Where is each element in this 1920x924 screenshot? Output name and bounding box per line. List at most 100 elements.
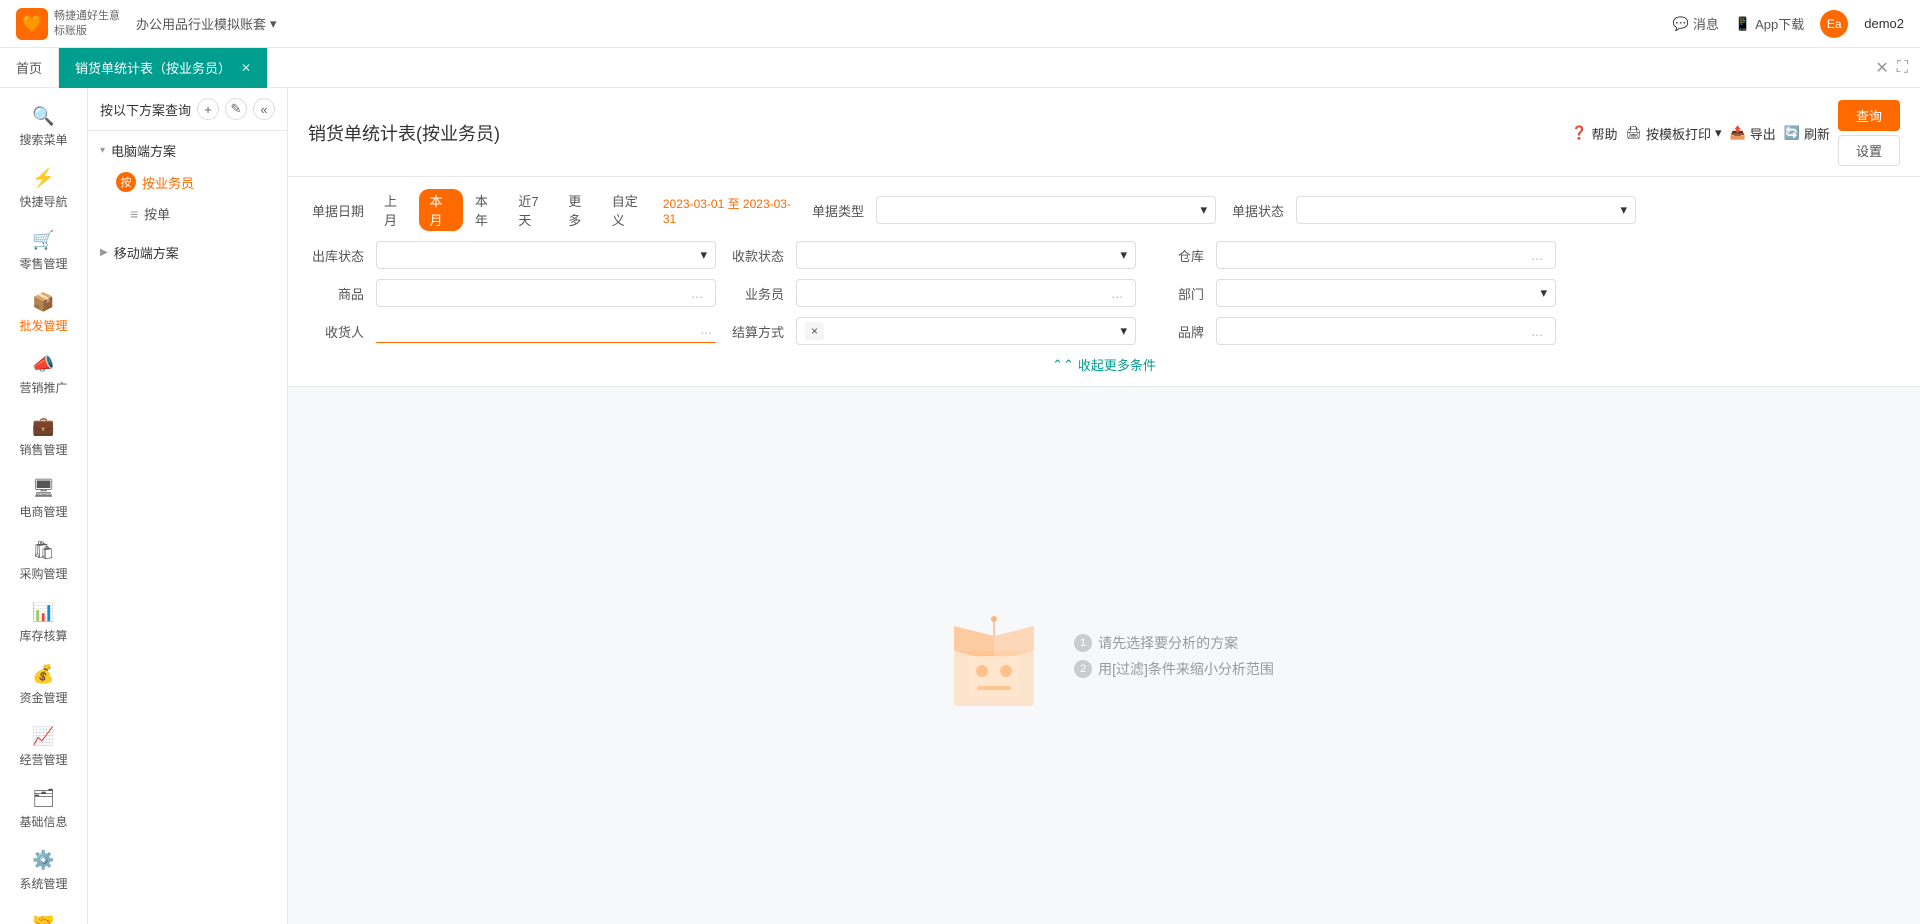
empty-svg [934,611,1054,711]
sidebar-item-sales[interactable]: 💼 销售管理 [0,406,87,468]
tab-home[interactable]: 首页 [0,48,59,88]
doc-type-label: 单据类型 [808,201,864,220]
date-label: 单据日期 [308,201,364,220]
chevron-down-icon: ▾ [1620,202,1627,218]
help-icon: ❓ [1571,125,1587,141]
scheme-group-mobile: ▶ 移动端方案 [88,233,287,272]
sidebar: 🔍 搜索菜单 ⚡ 快捷导航 🛒 零售管理 📦 批发管理 📣 营销推广 💼 销售管… [0,88,88,924]
empty-state: 1 请先选择要分析的方案 2 用[过滤]条件来缩小分析范围 [288,387,1920,924]
settlement-select[interactable]: × ▾ [796,317,1136,345]
date-filters: 上月 本月 本年 近7天 更多 自定义 [376,189,655,231]
date-btn-custom[interactable]: 自定义 [604,189,655,231]
scheme-circle-icon: 按 [116,172,136,192]
out-status-label: 出库状态 [308,246,364,265]
scheme-group-mobile-header[interactable]: ▶ 移动端方案 [88,237,287,268]
goods-select[interactable]: ... [376,279,716,307]
main-content: 销货单统计表(按业务员) ❓ 帮助 🖨 按模板打印 ▾ 📤 [288,88,1920,924]
marketing-icon: 📣 [32,354,54,375]
tab-close-icon[interactable]: ✕ [241,61,251,75]
export-action[interactable]: 📤 导出 [1730,124,1776,143]
scheme-sub-salesperson[interactable]: 按 按业务员 [88,166,287,198]
window-close-icon[interactable]: ✕ [1875,58,1888,78]
sidebar-item-wholesale[interactable]: 📦 批发管理 [0,282,87,344]
warehouse-select[interactable]: ... [1216,241,1556,269]
settlement-tag-close[interactable]: × [811,324,818,338]
chevron-down-icon: ▾ [1200,202,1207,218]
hint-text-1: 请先选择要分析的方案 [1098,633,1238,653]
refresh-action[interactable]: 🔄 刷新 [1784,124,1830,143]
help-action[interactable]: ❓ 帮助 [1571,124,1617,143]
warehouse-dots[interactable]: ... [1527,247,1547,263]
query-button[interactable]: 查询 [1838,100,1900,131]
logo-icon: 🧡 [16,8,48,40]
settlement-tag: × [805,322,824,340]
scheme-add-button[interactable]: + [197,98,219,120]
print-action[interactable]: 🖨 按模板打印 ▾ [1626,124,1722,143]
collect-status-label: 收款状态 [728,246,784,265]
salesperson-dots[interactable]: ... [1107,285,1127,301]
hint-num-1: 1 [1074,634,1092,652]
quicknav-icon: ⚡ [32,168,54,189]
sidebar-item-ecommerce[interactable]: 🖥 电商管理 [0,468,87,530]
export-icon: 📤 [1730,125,1746,141]
date-btn-more[interactable]: 更多 [560,189,599,231]
refresh-icon: 🔄 [1784,125,1800,141]
app-download-icon: 📱 [1735,16,1751,32]
collapse-button[interactable]: ⌃⌃ 收起更多条件 [1052,355,1156,374]
window-maximize-icon[interactable]: ⛶ [1897,59,1908,77]
consignee-dots[interactable]: ... [696,321,716,337]
department-select[interactable]: ▾ [1216,279,1556,307]
chevron-down-icon: ▾ [100,145,105,156]
sidebar-item-retail[interactable]: 🛒 零售管理 [0,220,87,282]
scheme-panel-actions: + ✎ « [197,98,275,120]
brand-dots[interactable]: ... [1527,323,1547,339]
goods-dots[interactable]: ... [687,285,707,301]
sidebar-item-quicknav[interactable]: ⚡ 快捷导航 [0,158,87,220]
out-status-select[interactable]: ▾ [376,241,716,269]
collect-status-select[interactable]: ▾ [796,241,1136,269]
salesperson-select[interactable]: ... [796,279,1136,307]
filter-row-3: 商品 ... 业务员 ... 部门 ▾ [308,279,1900,307]
consignee-input[interactable] [376,319,716,343]
date-btn-lastmonth[interactable]: 上月 [376,189,415,231]
date-btn-last7[interactable]: 近7天 [510,189,556,231]
sidebar-item-system[interactable]: ⚙️ 系统管理 [0,840,87,902]
salesperson-label: 业务员 [728,284,784,303]
sidebar-item-marketing[interactable]: 📣 营销推广 [0,344,87,406]
sidebar-item-purchase[interactable]: 🛍 采购管理 [0,530,87,592]
scheme-collapse-button[interactable]: « [253,98,275,120]
avatar[interactable]: Ea [1820,10,1848,38]
settings-button[interactable]: 设置 [1838,135,1900,166]
logo-text: 畅捷通好生意 标账版 [54,9,120,38]
sidebar-item-basic[interactable]: 🗂 基础信息 [0,778,87,840]
scheme-edit-button[interactable]: ✎ [225,98,247,120]
filter-row-4: 收货人 ... 结算方式 × ▾ 品牌 ... [308,317,1900,345]
doc-type-select[interactable]: ▾ [876,196,1216,224]
tab-bar: 首页 销货单统计表（按业务员） ✕ ✕ ⛶ [0,48,1920,88]
business-icon: 📈 [32,726,54,747]
sidebar-item-search[interactable]: 🔍 搜索菜单 [0,96,87,158]
page-actions: ❓ 帮助 🖨 按模板打印 ▾ 📤 导出 🔄 [1571,100,1900,166]
sidebar-item-inventory[interactable]: 📊 库存核算 [0,592,87,654]
message-action[interactable]: 💬 消息 [1673,14,1719,33]
page-title-row: 销货单统计表(按业务员) ❓ 帮助 🖨 按模板打印 ▾ 📤 [308,100,1900,176]
chevron-down-icon: ▾ [1540,285,1547,301]
content-area: 按以下方案查询 + ✎ « ▾ 电脑端方案 按 按业务员 ≡ 按单 [88,88,1920,924]
sidebar-item-enterprise[interactable]: 🤝 企业协同 [0,902,87,924]
date-filter-group: 上月 本月 本年 近7天 更多 自定义 2023-03-01 至 2023-03… [376,189,796,231]
brand-select[interactable]: ... [1216,317,1556,345]
scheme-sub-order[interactable]: ≡ 按单 [88,198,287,229]
doc-status-select[interactable]: ▾ [1296,196,1636,224]
header-right: 💬 消息 📱 App下载 Ea demo2 [1673,10,1904,38]
workspace-dropdown[interactable]: 办公用品行业模拟账套 ▾ [128,10,285,37]
purchase-icon: 🛍 [32,540,55,561]
inventory-icon: 📊 [32,602,54,623]
app-download-action[interactable]: 📱 App下载 [1735,14,1804,33]
settlement-label: 结算方式 [728,322,784,341]
sidebar-item-business[interactable]: 📈 经营管理 [0,716,87,778]
scheme-group-pc-header[interactable]: ▾ 电脑端方案 [88,135,287,166]
sidebar-item-finance[interactable]: 💰 资金管理 [0,654,87,716]
tab-sales-stats[interactable]: 销货单统计表（按业务员） ✕ [59,48,268,88]
date-btn-thismonth[interactable]: 本月 [419,189,462,231]
date-btn-thisyear[interactable]: 本年 [467,189,506,231]
